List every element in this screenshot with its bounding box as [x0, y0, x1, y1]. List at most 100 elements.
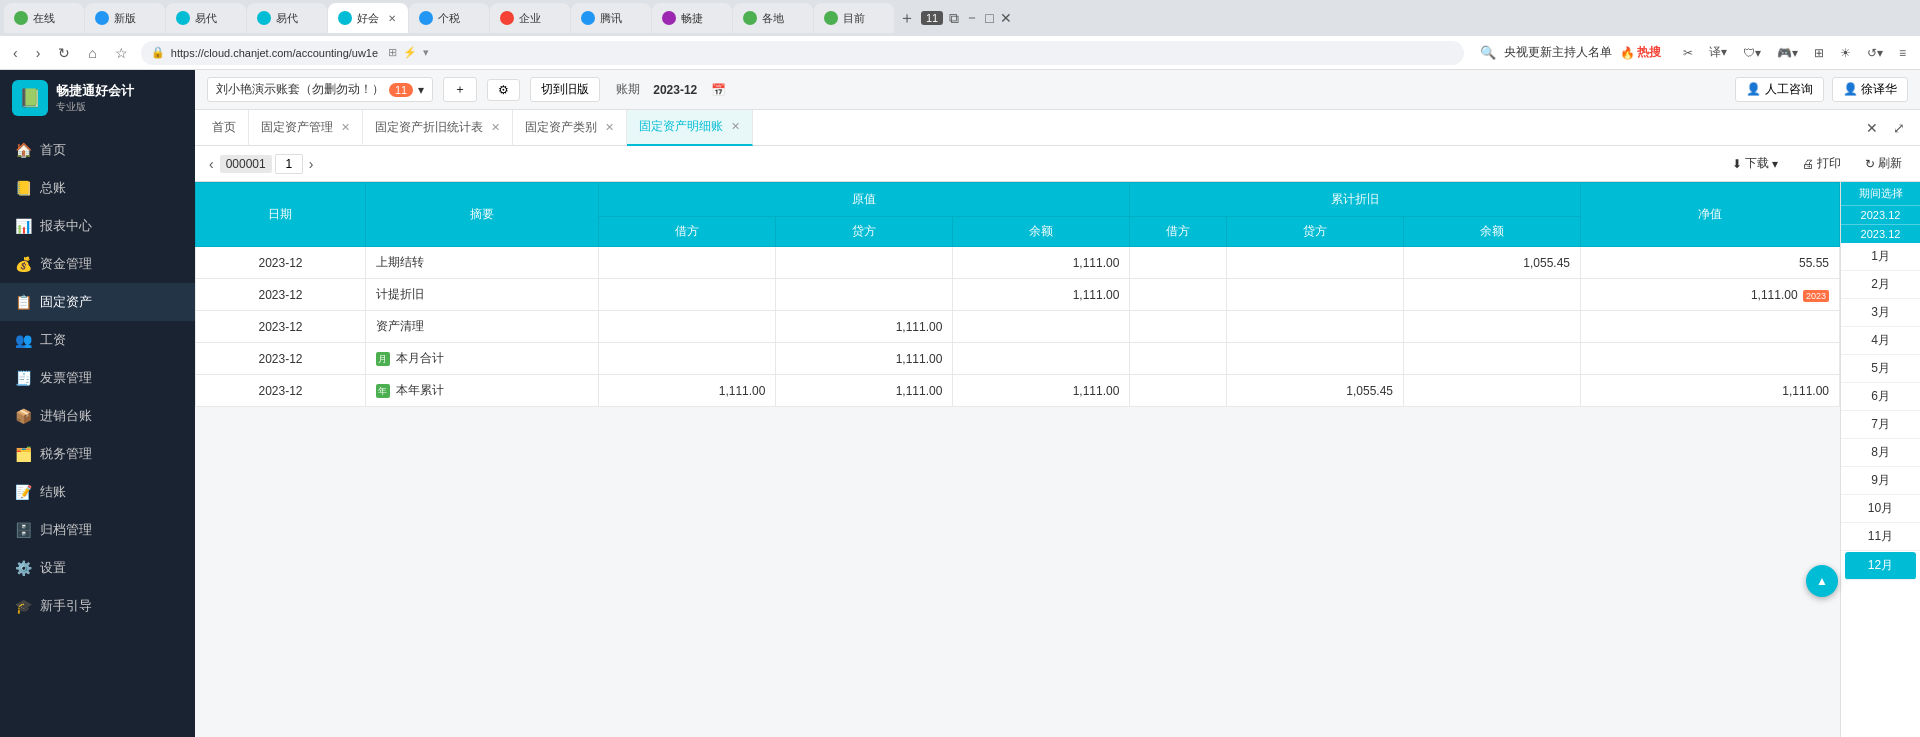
minimize-icon[interactable]: － — [965, 9, 979, 27]
user-profile-button[interactable]: 👤 徐译华 — [1832, 77, 1908, 102]
settings-gear-button[interactable]: ⚙ — [487, 79, 520, 101]
period-month-2[interactable]: 2月 — [1841, 271, 1920, 299]
forward-button[interactable]: › — [31, 43, 46, 63]
security-icon: 🔒 — [151, 46, 165, 59]
download-button[interactable]: ⬇ 下载 ▾ — [1726, 152, 1784, 175]
print-button[interactable]: 🖨 打印 — [1796, 152, 1847, 175]
sidebar-item-guide[interactable]: 🎓 新手引导 — [0, 587, 195, 625]
page-number-input[interactable] — [275, 154, 303, 174]
expand-panel-button[interactable]: ⤢ — [1888, 118, 1910, 138]
tab-label: 新版 — [114, 11, 136, 26]
close-icon[interactable]: ✕ — [341, 121, 350, 134]
maximize-icon[interactable]: □ — [985, 10, 993, 26]
address-bar[interactable]: 🔒 https://cloud.chanjet.com/accounting/u… — [141, 41, 1464, 65]
period-month-3[interactable]: 3月 — [1841, 299, 1920, 327]
tab-depreciation-table[interactable]: 固定资产折旧统计表 ✕ — [363, 110, 513, 146]
row-acc-balance — [1404, 343, 1581, 375]
dropdown-arrow: ▾ — [418, 83, 424, 97]
company-selector[interactable]: 刘小艳演示账套（勿删勿动！） 11 ▾ — [207, 77, 433, 102]
grid-icon[interactable]: ⊞ — [1808, 44, 1830, 62]
sidebar-item-settings[interactable]: ⚙️ 设置 — [0, 549, 195, 587]
shield-icon[interactable]: 🛡▾ — [1737, 44, 1767, 62]
close-icon[interactable]: ✕ — [491, 121, 500, 134]
restore-icon[interactable]: ⧉ — [949, 10, 959, 27]
sidebar-item-inventory[interactable]: 📦 进销台账 — [0, 397, 195, 435]
browser-tab-tengxun[interactable]: 腾讯 — [571, 3, 651, 33]
scissors-icon[interactable]: ✂ — [1677, 44, 1699, 62]
browser-tab-qiye[interactable]: 企业 — [490, 3, 570, 33]
browser-tab-haohui[interactable]: 好会 ✕ — [328, 3, 408, 33]
browser-tab-muqian[interactable]: 目前 — [814, 3, 894, 33]
payroll-icon: 👥 — [14, 331, 32, 349]
period-month-8[interactable]: 8月 — [1841, 439, 1920, 467]
next-page-button[interactable]: › — [307, 154, 316, 174]
browser-tab-gedi[interactable]: 各地 — [733, 3, 813, 33]
translate-icon[interactable]: 译▾ — [1703, 42, 1733, 63]
sidebar-item-reports[interactable]: 📊 报表中心 — [0, 207, 195, 245]
period-month-5[interactable]: 5月 — [1841, 355, 1920, 383]
browser-tab-online[interactable]: 在线 — [4, 3, 84, 33]
browser-tab-new[interactable]: 新版 — [85, 3, 165, 33]
row-acc-debit — [1130, 375, 1227, 407]
row-summary: 资产清理 — [365, 311, 598, 343]
close-icon[interactable]: ✕ — [605, 121, 614, 134]
sidebar-item-archive[interactable]: 🗄️ 归档管理 — [0, 511, 195, 549]
tab-asset-management[interactable]: 固定资产管理 ✕ — [249, 110, 363, 146]
menu-icon[interactable]: ≡ — [1893, 44, 1912, 62]
reload-button[interactable]: ↻ — [53, 43, 75, 63]
bookmark-button[interactable]: ☆ — [110, 43, 133, 63]
period-month-7[interactable]: 7月 — [1841, 411, 1920, 439]
table-row: 2023-12 上期结转 1,111.00 1,055.45 55.55 — [196, 247, 1840, 279]
window-close-icon[interactable]: ✕ — [1000, 10, 1012, 26]
sidebar-item-tax[interactable]: 🗂️ 税务管理 — [0, 435, 195, 473]
period-month-1[interactable]: 1月 — [1841, 243, 1920, 271]
dropdown-icon[interactable]: ▾ — [423, 46, 429, 59]
float-up-button[interactable]: ▲ — [1806, 565, 1838, 597]
period-month-6[interactable]: 6月 — [1841, 383, 1920, 411]
period-month-4[interactable]: 4月 — [1841, 327, 1920, 355]
close-icon[interactable]: ✕ — [731, 120, 740, 133]
refresh-button[interactable]: ↻ 刷新 — [1859, 152, 1908, 175]
add-company-button[interactable]: ＋ — [443, 77, 477, 102]
period-month-11[interactable]: 11月 — [1841, 523, 1920, 551]
sidebar-item-home[interactable]: 🏠 首页 — [0, 131, 195, 169]
home-button[interactable]: ⌂ — [83, 43, 101, 63]
browser-tab-geshui[interactable]: 个税 — [409, 3, 489, 33]
calendar-icon[interactable]: 📅 — [711, 83, 726, 97]
undo-icon[interactable]: ↺▾ — [1861, 44, 1889, 62]
period-month-10[interactable]: 10月 — [1841, 495, 1920, 523]
close-icon[interactable]: ✕ — [388, 13, 396, 24]
sidebar-item-ledger[interactable]: 📒 总账 — [0, 169, 195, 207]
back-button[interactable]: ‹ — [8, 43, 23, 63]
browser-tab-yidai2[interactable]: 易代 — [247, 3, 327, 33]
tab-asset-category[interactable]: 固定资产类别 ✕ — [513, 110, 627, 146]
sun-icon[interactable]: ☀ — [1834, 44, 1857, 62]
up-icon[interactable]: ▲ — [1806, 565, 1838, 597]
sidebar-item-payroll[interactable]: 👥 工资 — [0, 321, 195, 359]
invoice-icon: 🧾 — [14, 369, 32, 387]
browser-tab-changjie[interactable]: 畅捷 — [652, 3, 732, 33]
period-year-2[interactable]: 2023.12 — [1841, 224, 1920, 243]
new-tab-icon[interactable]: ＋ — [899, 8, 915, 29]
lightning-icon: ⚡ — [403, 46, 417, 59]
sidebar-item-closing[interactable]: 📝 结账 — [0, 473, 195, 511]
sidebar-item-invoice[interactable]: 🧾 发票管理 — [0, 359, 195, 397]
game-icon[interactable]: 🎮▾ — [1771, 44, 1804, 62]
tab-home[interactable]: 首页 — [200, 110, 249, 146]
service-button[interactable]: 👤 人工咨询 — [1735, 77, 1823, 102]
sidebar-item-finance[interactable]: 💰 资金管理 — [0, 245, 195, 283]
browser-tab-yidai1[interactable]: 易代 — [166, 3, 246, 33]
tab-asset-detail[interactable]: 固定资产明细账 ✕ — [627, 110, 753, 146]
row-orig-balance: 1,111.00 — [953, 279, 1130, 311]
col-date: 日期 — [196, 183, 366, 247]
close-panel-button[interactable]: ✕ — [1861, 118, 1883, 138]
sidebar-item-assets[interactable]: 📋 固定资产 — [0, 283, 195, 321]
period-month-12[interactable]: 12月 — [1845, 552, 1916, 580]
tax-icon: 🗂️ — [14, 445, 32, 463]
refresh-icon: ↻ — [1865, 157, 1875, 171]
row-acc-debit — [1130, 311, 1227, 343]
period-month-9[interactable]: 9月 — [1841, 467, 1920, 495]
period-year-1[interactable]: 2023.12 — [1841, 205, 1920, 224]
prev-page-button[interactable]: ‹ — [207, 154, 216, 174]
switch-version-button[interactable]: 切到旧版 — [530, 77, 600, 102]
